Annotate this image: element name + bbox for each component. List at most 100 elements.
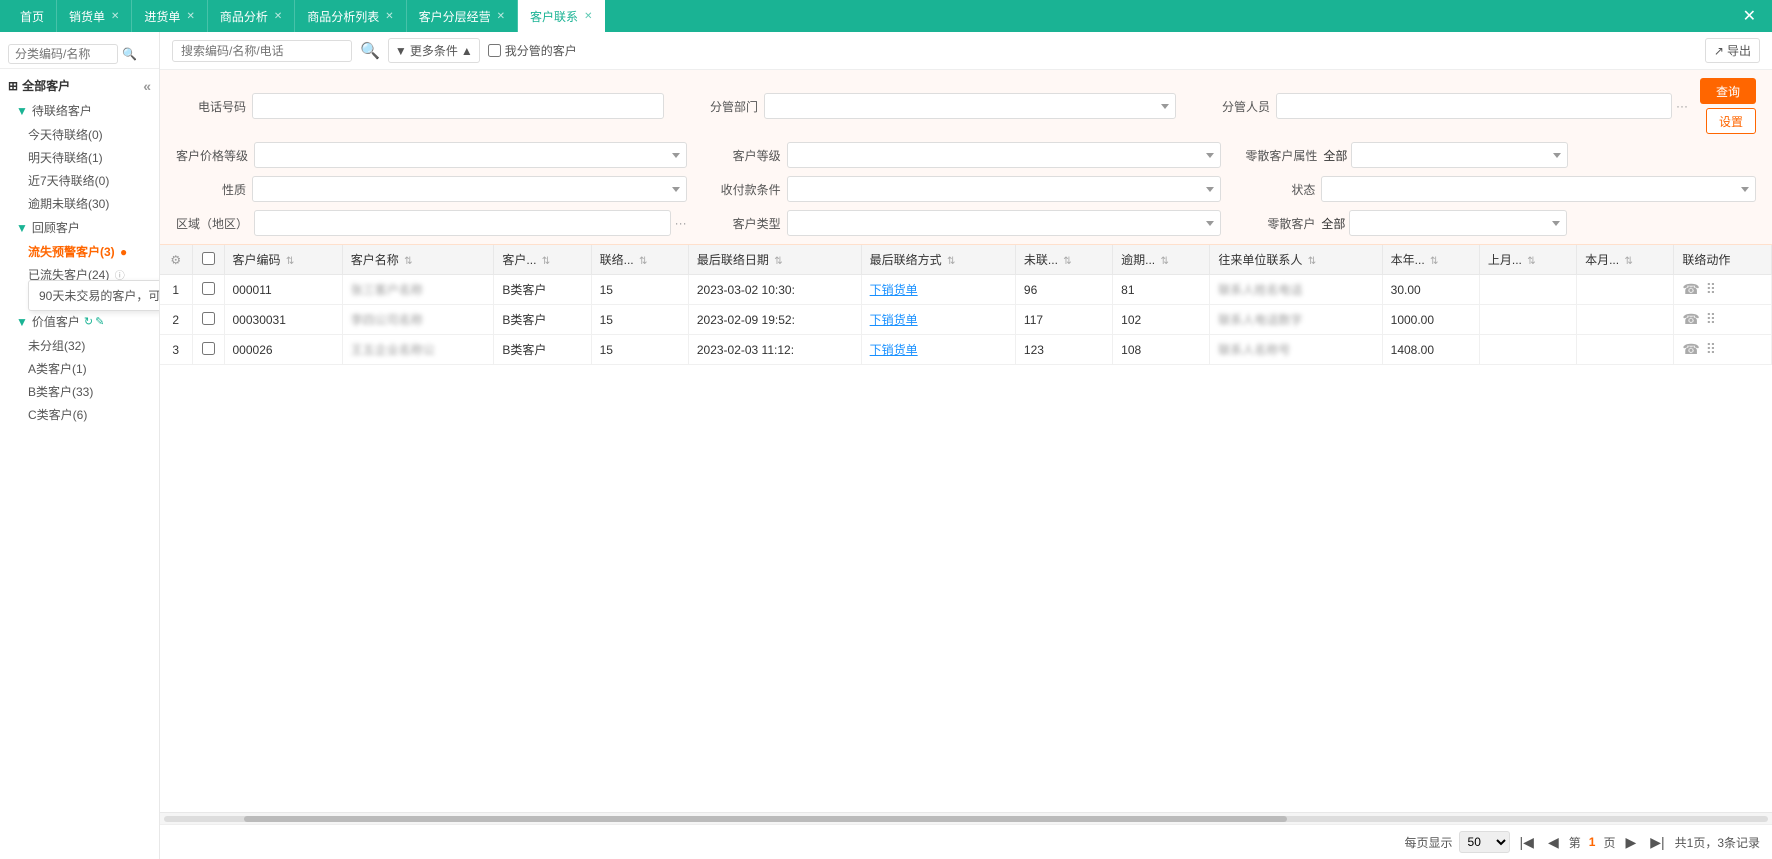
refresh-icon[interactable]: ↻ <box>84 315 93 328</box>
tab-goods-analysis[interactable]: 商品分析 ✕ <box>208 0 295 32</box>
warning-dot: ● <box>120 245 127 259</box>
prev-page-button[interactable]: ◀ <box>1544 832 1563 853</box>
more-conditions-button[interactable]: ▼ 更多条件 ▲ <box>388 38 480 63</box>
row3-more-icon[interactable]: ⠿ <box>1706 341 1716 358</box>
filter-price-level-select[interactable] <box>254 142 687 168</box>
filter-payment-select[interactable] <box>787 176 1222 202</box>
sidebar-collapse-icon[interactable]: « <box>143 78 151 94</box>
edit-icon[interactable]: ✎ <box>95 315 104 328</box>
horizontal-scrollbar[interactable] <box>160 812 1772 824</box>
row2-contact-icon[interactable]: ☎ <box>1682 311 1699 328</box>
sidebar-item-today-pending[interactable]: 今天待联络(0) <box>0 123 159 146</box>
col-last-month[interactable]: 上月... ⇅ <box>1479 245 1576 275</box>
tab-purchase[interactable]: 进货单 ✕ <box>132 0 207 32</box>
row2-checkbox[interactable] <box>192 305 224 335</box>
filter-cust-level-label: 客户等级 <box>711 147 781 164</box>
sidebar-search-input[interactable] <box>8 44 118 64</box>
first-page-button[interactable]: |◀ <box>1516 832 1538 853</box>
sidebar-item-a-class[interactable]: A类客户(1) <box>0 357 159 380</box>
sidebar-search-icon[interactable]: 🔍 <box>122 47 137 61</box>
col-this-month[interactable]: 本月... ⇅ <box>1577 245 1674 275</box>
settings-icon[interactable]: ⚙ <box>170 253 181 267</box>
row3-contact-icon[interactable]: ☎ <box>1682 341 1699 358</box>
row1-last-method[interactable]: 下销货单 <box>861 275 1015 305</box>
row1-action: ☎ ⠿ <box>1674 275 1772 305</box>
row2-last-method[interactable]: 下销货单 <box>861 305 1015 335</box>
col-contact-person[interactable]: 往来单位联系人 ⇅ <box>1210 245 1382 275</box>
filter-dept-select[interactable] <box>764 93 1176 119</box>
tab-sales[interactable]: 销货单 ✕ <box>57 0 132 32</box>
search-input[interactable] <box>172 40 352 62</box>
setting-button[interactable]: 设置 <box>1706 108 1756 134</box>
sidebar-item-7day-pending[interactable]: 近7天待联络(0) <box>0 169 159 192</box>
my-customers-checkbox[interactable] <box>488 44 501 57</box>
row3-overdue: 108 <box>1113 335 1210 365</box>
next-page-button[interactable]: ▶ <box>1621 832 1640 853</box>
sidebar-item-b-class[interactable]: B类客户(33) <box>0 380 159 403</box>
page-size-select[interactable]: 50 100 200 <box>1459 831 1510 853</box>
filter-nature-select[interactable] <box>252 176 687 202</box>
col-contact[interactable]: 联络... ⇅ <box>591 245 688 275</box>
sidebar-item-overdue-pending[interactable]: 逾期未联络(30) <box>0 192 159 215</box>
last-page-button[interactable]: ▶| <box>1646 832 1668 853</box>
window-close-button[interactable]: ✕ <box>1735 6 1764 26</box>
my-customers-checkbox-label[interactable]: 我分管的客户 <box>488 42 577 59</box>
filter-phone-input[interactable] <box>252 93 664 119</box>
col-code[interactable]: 客户编码 ⇅ <box>224 245 342 275</box>
select-all-checkbox[interactable] <box>202 252 215 265</box>
col-settings[interactable]: ⚙ <box>160 245 192 275</box>
pagination-bar: 每页显示 50 100 200 |◀ ◀ 第 1 页 ▶ ▶| 共1页，3条记录 <box>160 824 1772 859</box>
sidebar-all-customers[interactable]: ⊞ 全部客户 « <box>0 73 159 98</box>
tab-customer-contact[interactable]: 客户联系 ✕ <box>518 0 605 32</box>
sidebar-section-review[interactable]: ▼ 回顾客户 <box>0 215 159 240</box>
row2-more-icon[interactable]: ⠿ <box>1706 311 1716 328</box>
row3-last-method[interactable]: 下销货单 <box>861 335 1015 365</box>
filter-person-input[interactable] <box>1276 93 1672 119</box>
col-overdue[interactable]: 逾期... ⇅ <box>1113 245 1210 275</box>
sidebar-item-ungrouped[interactable]: 未分组(32) <box>0 334 159 357</box>
row1-checkbox[interactable] <box>192 275 224 305</box>
sidebar-section-value[interactable]: ▼ 价值客户 ↻ ✎ <box>0 309 159 334</box>
tab-purchase-close[interactable]: ✕ <box>186 11 194 22</box>
sidebar-item-tomorrow-pending[interactable]: 明天待联络(1) <box>0 146 159 169</box>
sidebar-item-c-class[interactable]: C类客户(6) <box>0 403 159 426</box>
query-button[interactable]: 查询 <box>1700 78 1756 104</box>
tab-sales-close[interactable]: ✕ <box>111 11 119 22</box>
filter-nature-label: 性质 <box>176 181 246 198</box>
filter-region-input[interactable] <box>254 210 671 236</box>
tab-customer-layer-close[interactable]: ✕ <box>497 11 505 22</box>
row2-contact: 15 <box>591 305 688 335</box>
row1-contact-icon[interactable]: ☎ <box>1682 281 1699 298</box>
filter-zero-cust-select[interactable] <box>1349 210 1566 236</box>
col-last-date[interactable]: 最后联络日期 ⇅ <box>688 245 861 275</box>
filter-cust-type-select[interactable] <box>787 210 1222 236</box>
filter-person-dots[interactable]: ··· <box>1676 99 1688 113</box>
filter-zero-attr-select[interactable] <box>1351 142 1567 168</box>
row3-checkbox[interactable] <box>192 335 224 365</box>
filter-status-select[interactable] <box>1321 176 1756 202</box>
tab-goods-list[interactable]: 商品分析列表 ✕ <box>295 0 406 32</box>
col-no-contact[interactable]: 未联... ⇅ <box>1015 245 1112 275</box>
sidebar-item-churn-warning[interactable]: 流失预警客户(3) ● <box>0 240 159 263</box>
tab-customer-layer[interactable]: 客户分层经营 ✕ <box>407 0 518 32</box>
tab-home[interactable]: 首页 <box>8 0 57 32</box>
scrollbar-thumb[interactable] <box>244 816 1287 822</box>
sidebar-section-pending[interactable]: ▼ 待联络客户 <box>0 98 159 123</box>
filter-status-field: 状态 <box>1245 176 1756 202</box>
tab-goods-analysis-close[interactable]: ✕ <box>274 11 282 22</box>
filter-region-dots[interactable]: ··· <box>675 216 687 230</box>
filter-payment-field: 收付款条件 <box>711 176 1222 202</box>
col-cust-type[interactable]: 客户... ⇅ <box>494 245 591 275</box>
tab-goods-list-close[interactable]: ✕ <box>385 11 393 22</box>
filter-cust-level-select[interactable] <box>787 142 1222 168</box>
scrollbar-track[interactable] <box>164 816 1768 822</box>
row1-more-icon[interactable]: ⠿ <box>1706 281 1716 298</box>
col-this-year[interactable]: 本年... ⇅ <box>1382 245 1479 275</box>
sort-cust-type-icon: ⇅ <box>542 256 550 267</box>
col-checkbox[interactable] <box>192 245 224 275</box>
tab-customer-contact-close[interactable]: ✕ <box>584 11 592 22</box>
search-icon-main[interactable]: 🔍 <box>360 41 380 61</box>
col-last-method[interactable]: 最后联络方式 ⇅ <box>861 245 1015 275</box>
export-button[interactable]: ↗ 导出 <box>1705 38 1760 63</box>
col-name[interactable]: 客户名称 ⇅ <box>342 245 494 275</box>
